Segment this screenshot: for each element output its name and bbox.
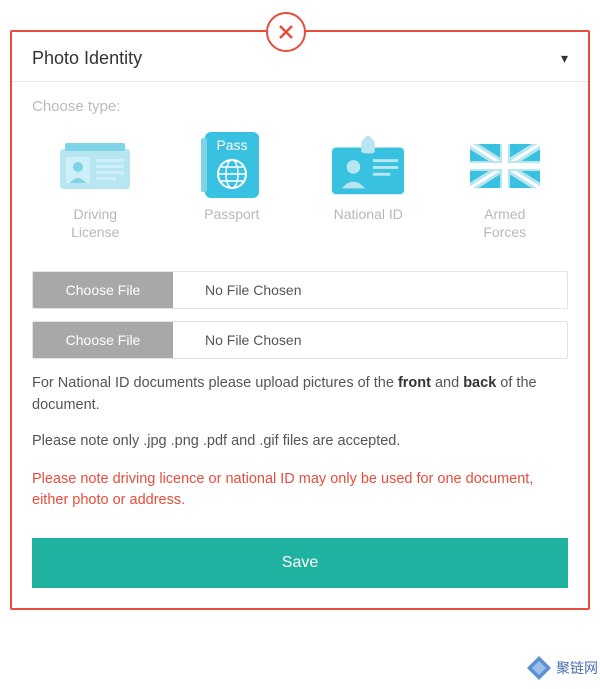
type-label: DrivingLicense (71, 205, 119, 241)
close-icon (276, 22, 296, 42)
armed-forces-icon (469, 137, 541, 195)
choose-file-button-1[interactable]: Choose File (33, 272, 173, 308)
document-type-row: DrivingLicense Pass Passport (32, 133, 568, 245)
type-passport[interactable]: Pass Passport (169, 133, 296, 245)
watermark-icon (524, 653, 554, 683)
passport-icon: Pass (196, 137, 268, 195)
national-id-note: For National ID documents please upload … (32, 373, 568, 417)
type-label: National ID (334, 205, 403, 223)
type-label: Passport (204, 205, 259, 223)
choose-type-label: Choose type: (32, 98, 568, 115)
type-armed-forces[interactable]: ArmedForces (442, 133, 569, 245)
chevron-down-icon: ▾ (561, 50, 568, 67)
file-status-2: No File Chosen (173, 322, 567, 358)
type-national-id[interactable]: National ID (305, 133, 432, 245)
file-input-1: Choose File No File Chosen (32, 271, 568, 309)
choose-file-button-2[interactable]: Choose File (33, 322, 173, 358)
watermark: 聚链网 (524, 653, 598, 683)
save-button[interactable]: Save (32, 538, 568, 588)
file-input-2: Choose File No File Chosen (32, 321, 568, 359)
file-status-1: No File Chosen (173, 272, 567, 308)
file-types-note: Please note only .jpg .png .pdf and .gif… (32, 431, 568, 453)
restriction-warning: Please note driving licence or national … (32, 469, 568, 513)
photo-identity-card: Photo Identity ▾ Choose type: (10, 30, 590, 610)
svg-text:Pass: Pass (216, 137, 247, 153)
national-id-icon (332, 137, 404, 195)
close-button[interactable] (266, 12, 306, 52)
driving-license-icon (59, 137, 131, 195)
type-label: ArmedForces (483, 205, 526, 241)
type-driving-license[interactable]: DrivingLicense (32, 133, 159, 245)
